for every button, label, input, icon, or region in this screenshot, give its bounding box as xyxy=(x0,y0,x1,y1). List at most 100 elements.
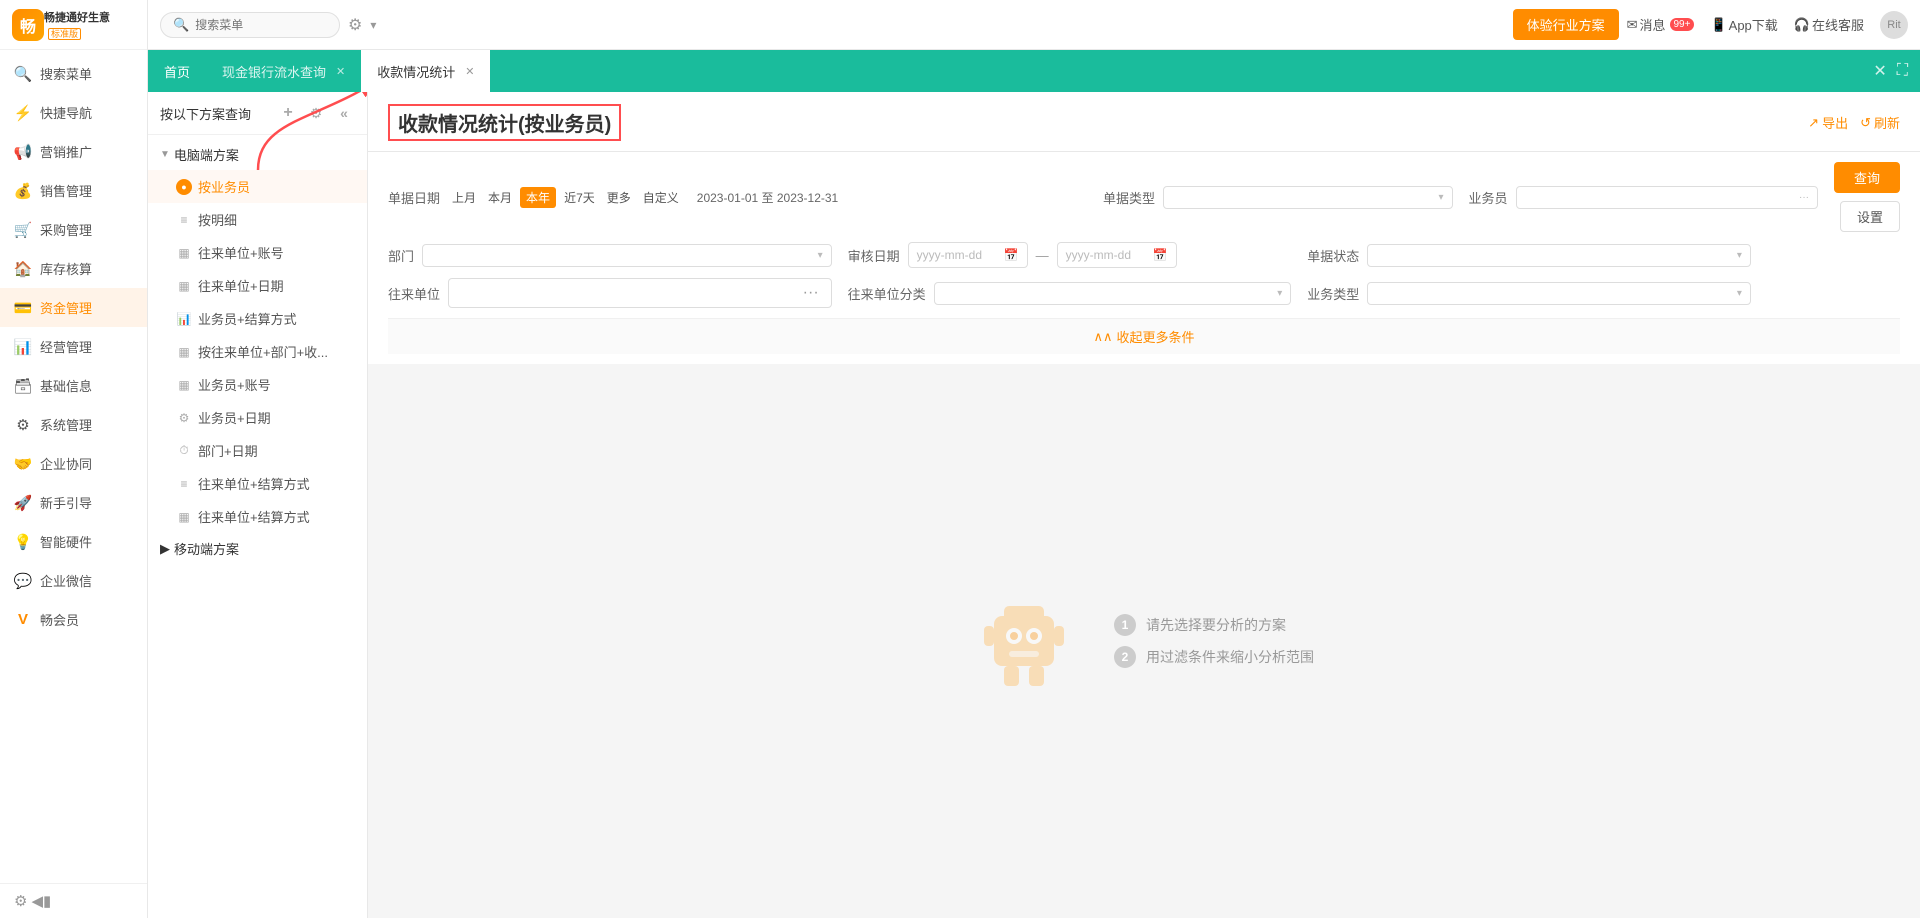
review-date-start[interactable]: yyyy-mm-dd 📅 xyxy=(908,242,1028,268)
dept-select[interactable]: ▾ xyxy=(422,244,832,267)
date-tabs: 上月 本月 本年 近7天 更多 自定义 xyxy=(448,187,683,208)
date-tab-custom[interactable]: 自定义 xyxy=(639,187,683,208)
enterprise-icon: 🤝 xyxy=(14,455,32,473)
sidebar-item-quick-nav[interactable]: ⚡ 快捷导航 xyxy=(0,93,147,132)
sidebar-item-sales[interactable]: 💰 销售管理 xyxy=(0,171,147,210)
left-panel-header: 按以下方案查询 + ⚙ « xyxy=(148,92,367,135)
collapse-bar[interactable]: ∧∧ 收起更多条件 xyxy=(388,318,1900,354)
collapse-panel-button[interactable]: « xyxy=(333,102,355,124)
hint-text-1: 请先选择要分析的方案 xyxy=(1146,615,1286,635)
page-title-row: 收款情况统计(按业务员) ↗ 导出 ↺ 刷新 xyxy=(388,104,1900,141)
plan-item-dept-date[interactable]: ⏱ 部门+日期 xyxy=(148,434,367,467)
sidebar-item-enterprise[interactable]: 🤝 企业协同 xyxy=(0,444,147,483)
main-area: 🔍 ⚙ ▾ 体验行业方案 ✉ 消息 99+ 📱 App下载 🎧 在线客服 Rit xyxy=(148,0,1920,918)
sidebar-item-label: 资金管理 xyxy=(40,298,92,317)
user-avatar[interactable]: Rit xyxy=(1880,11,1908,39)
sidebar-item-member[interactable]: V 畅会员 xyxy=(0,600,147,639)
partner-more-icon[interactable]: ··· xyxy=(799,284,823,302)
bottom-collapse-icon[interactable]: ◀▮ xyxy=(31,892,51,910)
mobile-group-header[interactable]: ▶ 移动端方案 xyxy=(148,533,367,564)
inventory-icon: 🏠 xyxy=(14,260,32,278)
sidebar-item-base-info[interactable]: 🗃 基础信息 xyxy=(0,366,147,405)
plan-item-partner-account[interactable]: ▦ 往来单位+账号 xyxy=(148,236,367,269)
sidebar-item-finance[interactable]: 💳 资金管理 xyxy=(0,288,147,327)
plan-item-partner-dept-collect[interactable]: ▦ 按往来单位+部门+收... xyxy=(148,335,367,368)
collapse-label: 收起更多条件 xyxy=(1117,327,1195,346)
tab-home[interactable]: 首页 xyxy=(148,50,206,92)
export-button[interactable]: ↗ 导出 xyxy=(1808,113,1848,132)
sidebar-item-search[interactable]: 🔍 搜索菜单 xyxy=(0,54,147,93)
topbar-dropdown-icon[interactable]: ▾ xyxy=(370,18,376,32)
tab-collection-close[interactable]: ✕ xyxy=(465,65,474,78)
search-input[interactable] xyxy=(195,18,315,32)
plan-item-partner-date[interactable]: ▦ 往来单位+日期 xyxy=(148,269,367,302)
tab-collection[interactable]: 收款情况统计 ✕ xyxy=(361,50,490,92)
pc-group-header[interactable]: ▼ 电脑端方案 xyxy=(148,139,367,170)
window-maximize-icon[interactable]: ⛶ xyxy=(1897,62,1908,80)
business-type-filter: 业务类型 ▾ xyxy=(1307,282,1751,305)
date-tab-more[interactable]: 更多 xyxy=(603,187,635,208)
plan-settings-button[interactable]: ⚙ xyxy=(305,102,327,124)
query-button[interactable]: 查询 xyxy=(1834,162,1900,193)
sidebar-item-guide[interactable]: 🚀 新手引导 xyxy=(0,483,147,522)
tab-bank[interactable]: 现金银行流水查询 ✕ xyxy=(206,50,361,92)
content-area: 按以下方案查询 + ⚙ « xyxy=(148,92,1920,918)
partner-method2-icon: ▦ xyxy=(176,509,192,525)
sidebar-item-label: 畅会员 xyxy=(40,610,79,629)
sidebar-bottom: ⚙ ◀▮ xyxy=(0,883,147,918)
plan-item-partner-method2[interactable]: ▦ 往来单位+结算方式 xyxy=(148,500,367,533)
dept-filter: 部门 ▾ xyxy=(388,244,832,267)
plan-item-salesperson-date[interactable]: ⚙ 业务员+日期 xyxy=(148,401,367,434)
salesperson-select[interactable]: ··· xyxy=(1516,186,1818,209)
doc-type-filter: 单据类型 ▾ xyxy=(1103,186,1453,209)
business-type-select[interactable]: ▾ xyxy=(1367,282,1751,305)
message-icon: ✉ xyxy=(1627,17,1638,33)
trial-button[interactable]: 体验行业方案 xyxy=(1513,9,1619,40)
sidebar-item-inventory[interactable]: 🏠 库存核算 xyxy=(0,249,147,288)
settings-button[interactable]: 设置 xyxy=(1840,201,1900,232)
hint-item-1: 1 请先选择要分析的方案 xyxy=(1114,614,1314,636)
bottom-settings-icon[interactable]: ⚙ xyxy=(14,892,27,910)
plan-item-by-salesperson[interactable]: ● 按业务员 xyxy=(148,170,367,203)
sidebar-item-wechat[interactable]: 💬 企业微信 xyxy=(0,561,147,600)
salesperson-account-icon: ▦ xyxy=(176,377,192,393)
sidebar-item-label: 库存核算 xyxy=(40,259,92,278)
sidebar-item-business[interactable]: 📊 经营管理 xyxy=(0,327,147,366)
partner-filter: 往来单位 ··· xyxy=(388,278,832,308)
sidebar-item-system[interactable]: ⚙ 系统管理 xyxy=(0,405,147,444)
sidebar-item-purchase[interactable]: 🛒 采购管理 xyxy=(0,210,147,249)
plan-item-partner-method1[interactable]: ≡ 往来单位+结算方式 xyxy=(148,467,367,500)
plan-item-by-detail[interactable]: ≡ 按明细 xyxy=(148,203,367,236)
doc-type-select[interactable]: ▾ xyxy=(1163,186,1452,209)
window-close-icon[interactable]: ✕ xyxy=(1873,61,1886,81)
plan-item-salesperson-account[interactable]: ▦ 业务员+账号 xyxy=(148,368,367,401)
partner-category-select[interactable]: ▾ xyxy=(934,282,1292,305)
date-tab-this-month[interactable]: 本月 xyxy=(484,187,516,208)
refresh-button[interactable]: ↺ 刷新 xyxy=(1860,113,1900,132)
tab-bank-label: 现金银行流水查询 xyxy=(222,62,326,81)
sidebar-item-marketing[interactable]: 📢 营销推广 xyxy=(0,132,147,171)
app-download-link[interactable]: 📱 App下载 xyxy=(1710,15,1777,34)
review-date-end[interactable]: yyyy-mm-dd 📅 xyxy=(1057,242,1177,268)
business-type-label: 业务类型 xyxy=(1307,284,1359,303)
topbar-settings-icon[interactable]: ⚙ xyxy=(348,15,362,35)
plan-item-salesperson-method[interactable]: 📊 业务员+结算方式 xyxy=(148,302,367,335)
logo-text: 畅捷通好生意 xyxy=(44,9,110,25)
date-tab-last-month[interactable]: 上月 xyxy=(448,187,480,208)
online-service-link[interactable]: 🎧 在线客服 xyxy=(1794,15,1864,34)
message-area[interactable]: ✉ 消息 99+ xyxy=(1627,15,1695,34)
date-tab-this-year[interactable]: 本年 xyxy=(520,187,556,208)
date-tab-7days[interactable]: 近7天 xyxy=(560,187,599,208)
topbar: 🔍 ⚙ ▾ 体验行业方案 ✉ 消息 99+ 📱 App下载 🎧 在线客服 Rit xyxy=(148,0,1920,50)
sidebar-item-hardware[interactable]: 💡 智能硬件 xyxy=(0,522,147,561)
tab-bank-close[interactable]: ✕ xyxy=(336,65,345,78)
service-icon: 🎧 xyxy=(1794,17,1810,33)
quick-nav-icon: ⚡ xyxy=(14,104,32,122)
business-type-arrow: ▾ xyxy=(1737,288,1742,299)
date-label: 单据日期 xyxy=(388,188,440,207)
add-plan-button[interactable]: + xyxy=(277,102,299,124)
empty-hint: 1 请先选择要分析的方案 2 用过滤条件来缩小分析范围 xyxy=(1114,614,1314,668)
partner-select[interactable]: ··· xyxy=(448,278,832,308)
doc-status-select[interactable]: ▾ xyxy=(1367,244,1751,267)
search-box[interactable]: 🔍 xyxy=(160,12,340,38)
